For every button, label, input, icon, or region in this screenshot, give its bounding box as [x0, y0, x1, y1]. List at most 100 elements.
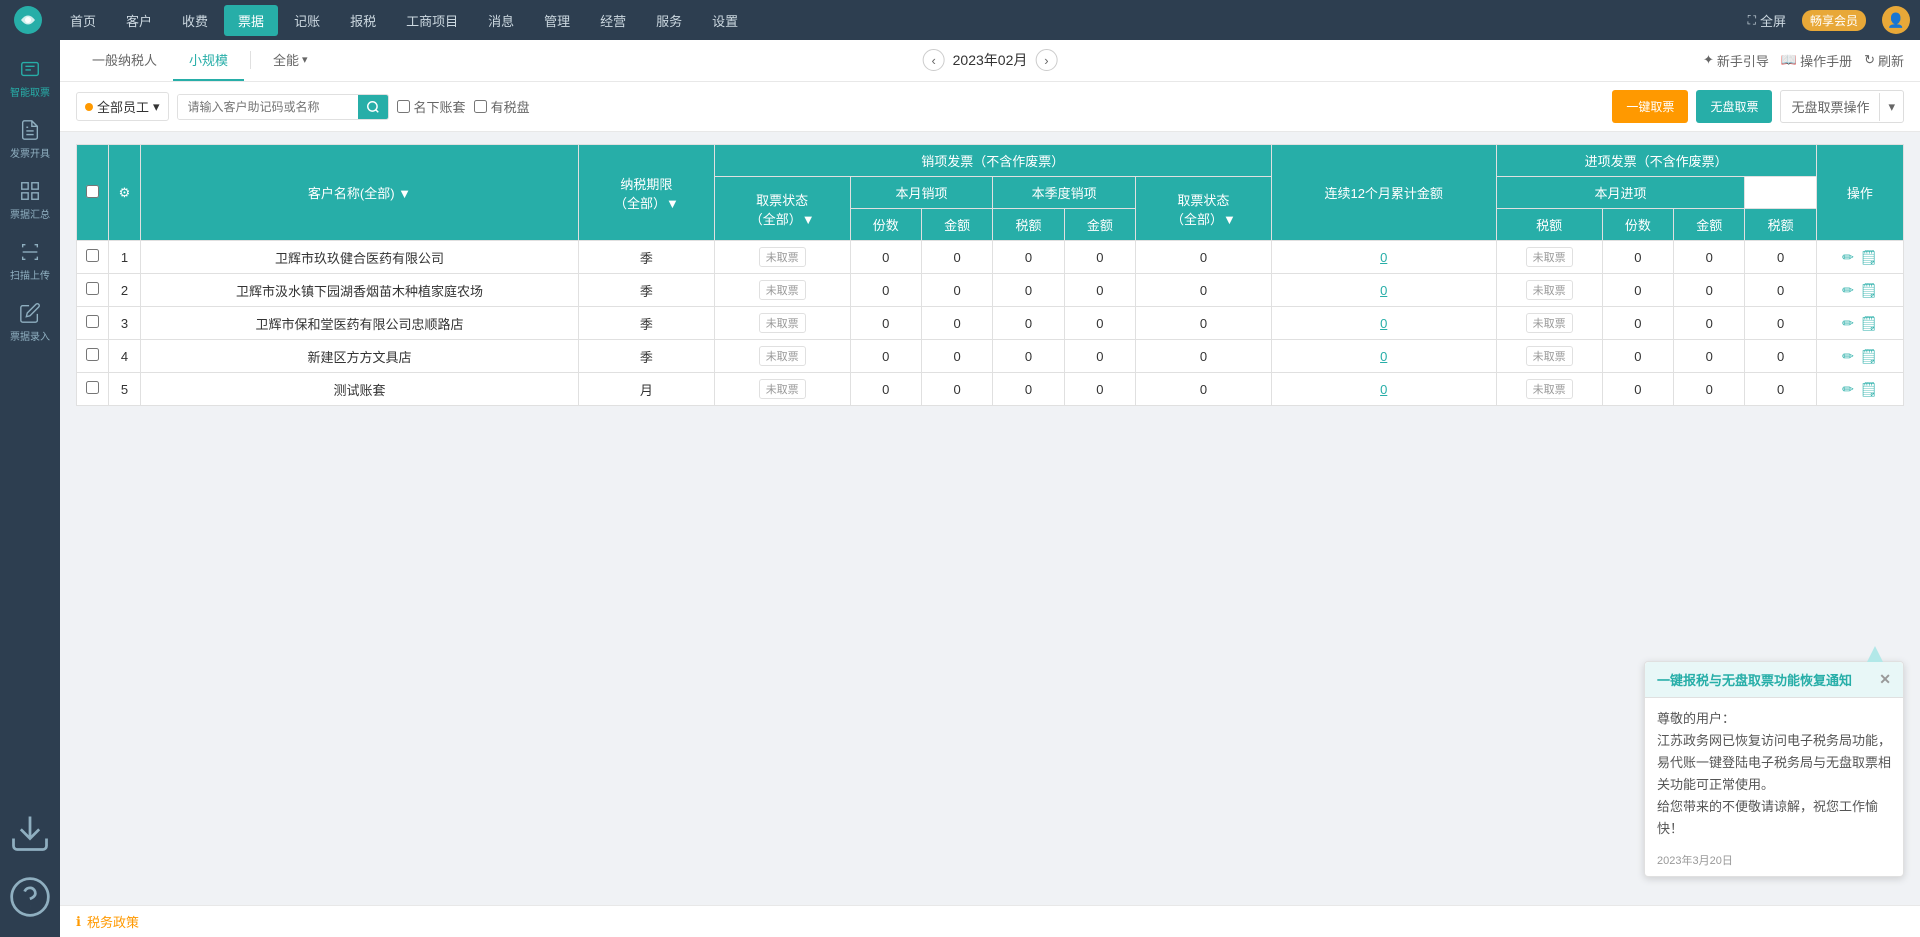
nav-customer[interactable]: 客户: [112, 5, 166, 36]
row-checkbox-1[interactable]: [77, 274, 109, 307]
edit-icon-1[interactable]: ✏: [1842, 282, 1854, 299]
search-input[interactable]: [178, 95, 358, 119]
taxpad-checkbox-label[interactable]: 有税盘: [474, 97, 530, 116]
one-click-btn[interactable]: 一键取票: [1612, 90, 1688, 123]
row-quarter-amount-4: 0: [1064, 373, 1135, 406]
notification-closing: 给您带来的不便敬请谅解，祝您工作愉快！: [1657, 796, 1891, 840]
row-checkbox-3[interactable]: [77, 340, 109, 373]
row-cb-0[interactable]: [86, 249, 99, 262]
sidebar-item-summary[interactable]: 票据汇总: [4, 172, 56, 229]
row-year-amount-3[interactable]: 0: [1271, 340, 1496, 373]
nav-manage[interactable]: 管理: [530, 5, 584, 36]
nav-billing[interactable]: 收费: [168, 5, 222, 36]
row-checkbox-4[interactable]: [77, 373, 109, 406]
row-purchase-amount-2: 0: [1674, 307, 1745, 340]
row-num-4: 5: [109, 373, 141, 406]
sub-nav-right: ✦ 新手引导 📖 操作手册 ↻ 刷新: [1703, 51, 1904, 70]
nav-message[interactable]: 消息: [474, 5, 528, 36]
row-cb-2[interactable]: [86, 315, 99, 328]
manual-btn[interactable]: 📖 操作手册: [1781, 51, 1852, 70]
fullscreen-btn[interactable]: ⛶ 全屏: [1748, 11, 1786, 30]
th-purchase-amount: 金额: [1674, 209, 1745, 241]
guide-btn[interactable]: ✦ 新手引导: [1703, 51, 1769, 70]
tax-policy-link[interactable]: 税务政策: [87, 912, 139, 931]
nav-tax[interactable]: 报税: [336, 5, 390, 36]
notification-close-btn[interactable]: ✕: [1879, 671, 1891, 688]
diskless-ops-arrow[interactable]: ▾: [1879, 93, 1903, 121]
vip-button[interactable]: 畅享会员: [1802, 10, 1866, 31]
nav-invoice[interactable]: 票据: [224, 5, 278, 36]
row-actions-3: ✏ 🗒: [1816, 340, 1903, 373]
row-year-amount-2[interactable]: 0: [1271, 307, 1496, 340]
search-box: [177, 94, 389, 120]
view-icon-1[interactable]: 🗒: [1860, 282, 1878, 299]
row-name-1: 卫辉市汲水镇下园湖香烟苗木种植家庭农场: [141, 274, 579, 307]
row-quarter-amount-2: 0: [1064, 307, 1135, 340]
logo[interactable]: [10, 2, 46, 38]
table-row: 5 测试账套 月 未取票 0 0 0 0 0 0 未取票 0 0 0 ✏ 🗒: [77, 373, 1904, 406]
avatar[interactable]: 👤: [1882, 6, 1910, 34]
row-quarter-tax-0: 0: [1136, 241, 1272, 274]
select-all-checkbox[interactable]: [86, 185, 99, 198]
sidebar-bottom-download[interactable]: [4, 803, 56, 863]
sidebar-item-issue-invoice[interactable]: 发票开具: [4, 111, 56, 168]
account-checkbox[interactable]: [397, 100, 410, 113]
prev-month-btn[interactable]: ‹: [923, 49, 945, 71]
tab-all[interactable]: 全能 ▾: [257, 40, 324, 81]
sidebar-item-scan[interactable]: 扫描上传: [4, 233, 56, 290]
sidebar-item-smart-ticket[interactable]: 智能取票: [4, 50, 56, 107]
month-nav: ‹ 2023年02月 ›: [923, 49, 1058, 71]
view-icon-0[interactable]: 🗒: [1860, 249, 1878, 266]
th-12month: 连续12个月累计金额: [1271, 145, 1496, 241]
table-row: 2 卫辉市汲水镇下园湖香烟苗木种植家庭农场 季 未取票 0 0 0 0 0 0 …: [77, 274, 1904, 307]
nav-operation[interactable]: 经营: [586, 5, 640, 36]
view-icon-2[interactable]: 🗒: [1860, 315, 1878, 332]
employee-select[interactable]: 全部员工 ▾: [76, 92, 169, 121]
row-quarter-amount-0: 0: [1064, 241, 1135, 274]
row-year-amount-4[interactable]: 0: [1271, 373, 1496, 406]
diskless-ops-btn[interactable]: 无盘取票操作 ▾: [1780, 90, 1904, 123]
row-month-shares-1: 0: [850, 274, 921, 307]
settings-icon[interactable]: ⚙: [119, 185, 131, 200]
bottom-bar[interactable]: ℹ 税务政策: [60, 905, 1920, 937]
tab-general[interactable]: 一般纳税人: [76, 40, 173, 81]
notification-content: 江苏政务网已恢复访问电子税务局功能，易代账一键登陆电子税务局与无盘取票相关功能可…: [1657, 730, 1891, 796]
account-checkbox-label[interactable]: 名下账套: [397, 97, 466, 116]
view-icon-3[interactable]: 🗒: [1860, 348, 1878, 365]
edit-icon-4[interactable]: ✏: [1842, 381, 1854, 398]
edit-icon-3[interactable]: ✏: [1842, 348, 1854, 365]
th-quarter-sales: 本季度销项: [993, 177, 1136, 209]
nav-business[interactable]: 工商项目: [392, 5, 472, 36]
th-select-all: [77, 145, 109, 241]
sidebar-bottom-help[interactable]: [4, 867, 56, 927]
diskless-btn[interactable]: 无盘取票: [1696, 90, 1772, 123]
row-year-amount-0[interactable]: 0: [1271, 241, 1496, 274]
refresh-btn[interactable]: ↻ 刷新: [1864, 51, 1904, 70]
row-cb-4[interactable]: [86, 381, 99, 394]
taxpad-checkbox[interactable]: [474, 100, 487, 113]
edit-icon-2[interactable]: ✏: [1842, 315, 1854, 332]
current-month: 2023年02月: [953, 50, 1028, 70]
nav-items: 首页 客户 收费 票据 记账 报税 工商项目 消息 管理 经营 服务 设置: [56, 5, 1748, 36]
row-cb-1[interactable]: [86, 282, 99, 295]
tab-small-scale[interactable]: 小规模: [173, 40, 244, 81]
view-icon-4[interactable]: 🗒: [1860, 381, 1878, 398]
next-month-btn[interactable]: ›: [1035, 49, 1057, 71]
nav-service[interactable]: 服务: [642, 5, 696, 36]
row-purchase-shares-4: 0: [1602, 373, 1673, 406]
edit-icon-0[interactable]: ✏: [1842, 249, 1854, 266]
nav-bookkeeping[interactable]: 记账: [280, 5, 334, 36]
row-actions-0: ✏ 🗒: [1816, 241, 1903, 274]
row-year-amount-1[interactable]: 0: [1271, 274, 1496, 307]
row-cb-3[interactable]: [86, 348, 99, 361]
th-month-sales: 本月销项: [850, 177, 993, 209]
nav-settings[interactable]: 设置: [698, 5, 752, 36]
row-checkbox-0[interactable]: [77, 241, 109, 274]
sidebar-item-entry[interactable]: 票据录入: [4, 294, 56, 351]
row-period-1: 季: [578, 274, 714, 307]
search-button[interactable]: [358, 95, 388, 119]
table-row: 4 新建区方方文具店 季 未取票 0 0 0 0 0 0 未取票 0 0 0 ✏…: [77, 340, 1904, 373]
row-checkbox-2[interactable]: [77, 307, 109, 340]
sidebar-label-smart-ticket: 智能取票: [10, 84, 50, 99]
nav-home[interactable]: 首页: [56, 5, 110, 36]
